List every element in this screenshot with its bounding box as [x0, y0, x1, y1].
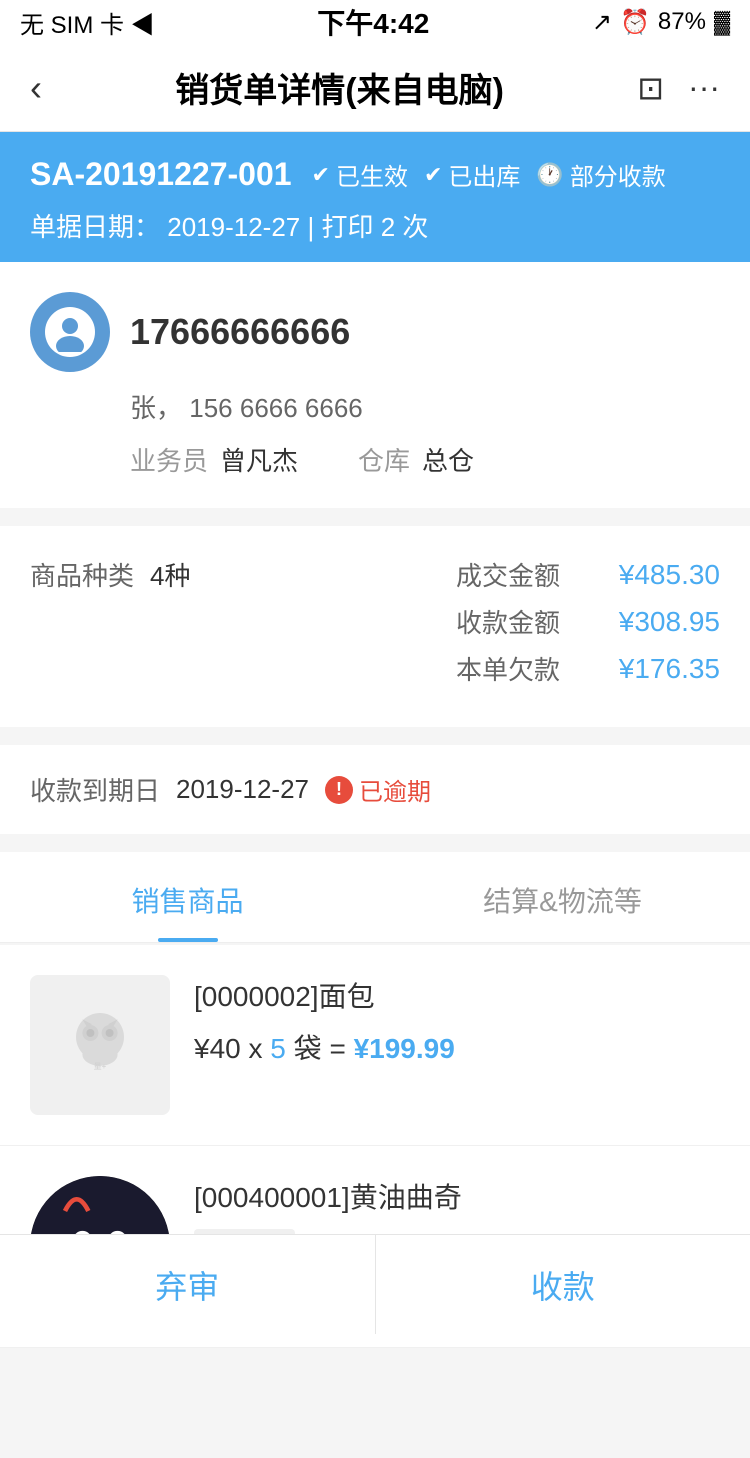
more-icon[interactable]: ··· — [688, 69, 720, 106]
header-banner: SA-20191227-001 ✔ 已生效 ✔ 已出库 🕐 部分收款 单据日期：… — [0, 132, 750, 262]
salesperson-item: 业务员 曾凡杰 — [130, 441, 298, 478]
product-image-1: 量+ — [30, 975, 170, 1115]
tag-partial-label: 部分收款 — [570, 157, 666, 192]
price-base-1: ¥40 — [194, 1033, 241, 1064]
summary-right: 成交金额 ¥485.30 收款金额 ¥308.95 本单欠款 ¥176.35 — [456, 556, 720, 697]
debt-value: ¥176.35 — [600, 653, 720, 685]
price-x-1: x — [249, 1033, 271, 1064]
product-name-1: [0000002]面包 — [194, 975, 720, 1015]
divider-1 — [0, 510, 750, 526]
customer-section: 17666666666 张， 156 6666 6666 业务员 曾凡杰 仓库 … — [0, 262, 750, 508]
banner-top: SA-20191227-001 ✔ 已生效 ✔ 已出库 🕐 部分收款 — [30, 156, 720, 193]
salesperson-value: 曾凡杰 — [220, 441, 298, 478]
tab-section: 销售商品 结算&物流等 — [0, 852, 750, 943]
confirm-button[interactable]: 收款 — [376, 1235, 750, 1334]
cancel-label: 弃审 — [155, 1262, 219, 1308]
warehouse-item: 仓库 总仓 — [358, 441, 474, 478]
amount-row: 成交金额 ¥485.30 — [456, 556, 720, 593]
price-qty-1: 5 — [270, 1033, 286, 1064]
customer-phone: 17666666666 — [130, 311, 350, 353]
clock-icon: 🕐 — [536, 162, 563, 188]
status-left: 无 SIM 卡 ◀ — [20, 5, 155, 40]
customer-meta: 业务员 曾凡杰 仓库 总仓 — [30, 441, 720, 478]
warehouse-label: 仓库 — [358, 441, 410, 478]
svg-text:量+: 量+ — [94, 1062, 107, 1071]
banner-tags: ✔ 已生效 ✔ 已出库 🕐 部分收款 — [312, 157, 666, 192]
tag-shipped: ✔ 已出库 — [424, 157, 520, 192]
amount-value: ¥485.30 — [600, 559, 720, 591]
page-title: 销货单详情(来自电脑) — [42, 63, 637, 112]
date-value: 2019-12-27 — [167, 212, 300, 242]
warehouse-value: 总仓 — [422, 441, 474, 478]
carrier-text: 无 SIM 卡 ◀ — [20, 5, 155, 40]
debt-row: 本单欠款 ¥176.35 — [456, 650, 720, 687]
date-label: 单据日期： — [30, 212, 160, 242]
check-icon-2: ✔ — [424, 162, 442, 188]
order-id: SA-20191227-001 — [30, 156, 292, 193]
bottom-action-bar: 弃审 收款 — [0, 1234, 750, 1334]
tab-settlement-label: 结算&物流等 — [483, 886, 642, 917]
type-item: 商品种类 4种 — [30, 556, 190, 593]
nav-actions: ⊡ ··· — [637, 69, 720, 107]
tab-products[interactable]: 销售商品 — [0, 852, 375, 942]
due-label: 收款到期日 — [30, 771, 160, 808]
back-button[interactable]: ‹ — [30, 67, 42, 109]
customer-top: 17666666666 — [30, 292, 720, 372]
due-date-value: 2019-12-27 — [176, 774, 309, 805]
battery-text: 87% — [658, 8, 706, 36]
status-right: ↗ ⏰ 87% ▓ — [592, 8, 730, 37]
tab-bar: 销售商品 结算&物流等 — [0, 852, 750, 943]
divider-3 — [0, 836, 750, 852]
cancel-button[interactable]: 弃审 — [0, 1235, 376, 1334]
summary-row: 商品种类 4种 成交金额 ¥485.30 收款金额 ¥308.95 本单欠款 ¥… — [30, 556, 720, 697]
tag-partial: 🕐 部分收款 — [536, 157, 665, 192]
product-name-2: [000400001]黄油曲奇 — [194, 1176, 720, 1216]
received-label: 收款金额 — [456, 603, 560, 640]
tab-products-label: 销售商品 — [131, 886, 243, 917]
list-item: 量+ [0000002]面包 ¥40 x 5 袋 = ¥199.99 — [0, 945, 750, 1146]
status-time: 下午4:42 — [317, 2, 429, 42]
product-info-1: [0000002]面包 ¥40 x 5 袋 = ¥199.99 — [194, 975, 720, 1067]
avatar — [30, 292, 110, 372]
status-bar: 无 SIM 卡 ◀ 下午4:42 ↗ ⏰ 87% ▓ — [0, 0, 750, 44]
tab-settlement[interactable]: 结算&物流等 — [375, 852, 750, 942]
avatar-icon — [45, 307, 95, 357]
price-eq-1: = — [329, 1033, 353, 1064]
banner-date: 单据日期： 2019-12-27 | 打印 2 次 — [30, 207, 720, 244]
print-separator: | — [307, 212, 321, 242]
bottom-padding — [0, 1348, 750, 1458]
share-icon[interactable]: ⊡ — [637, 69, 664, 107]
customer-sub: 张， 156 6666 6666 — [30, 388, 720, 425]
battery-icon: ▓ — [714, 9, 730, 35]
confirm-label: 收款 — [531, 1262, 595, 1308]
price-total-1: ¥199.99 — [354, 1033, 455, 1064]
overdue-badge: ! 已逾期 — [325, 772, 431, 807]
type-label: 商品种类 — [30, 556, 134, 593]
tag-active-label: 已生效 — [336, 157, 408, 192]
customer-phone-alt: 156 6666 6666 — [189, 393, 363, 423]
owl-placeholder-icon: 量+ — [60, 1005, 140, 1085]
due-section: 收款到期日 2019-12-27 ! 已逾期 — [0, 745, 750, 834]
divider-2 — [0, 729, 750, 745]
alarm-icon: ⏰ — [620, 8, 650, 37]
summary-section: 商品种类 4种 成交金额 ¥485.30 收款金额 ¥308.95 本单欠款 ¥… — [0, 526, 750, 727]
product-price-1: ¥40 x 5 袋 = ¥199.99 — [194, 1027, 720, 1067]
customer-name-label: 张 — [130, 393, 156, 423]
check-icon: ✔ — [312, 162, 330, 188]
received-row: 收款金额 ¥308.95 — [456, 603, 720, 640]
amount-label: 成交金额 — [456, 556, 560, 593]
summary-left: 商品种类 4种 — [30, 556, 190, 601]
location-icon: ↗ — [592, 8, 612, 37]
price-unit-1: 袋 — [294, 1033, 322, 1064]
type-count: 4种 — [150, 556, 190, 593]
print-info: 打印 2 次 — [321, 212, 428, 242]
overdue-icon: ! — [325, 776, 353, 804]
salesperson-label: 业务员 — [130, 441, 208, 478]
tag-shipped-label: 已出库 — [448, 157, 520, 192]
tag-active: ✔ 已生效 — [312, 157, 408, 192]
nav-bar: ‹ 销货单详情(来自电脑) ⊡ ··· — [0, 44, 750, 132]
debt-label: 本单欠款 — [456, 650, 560, 687]
overdue-text: 已逾期 — [359, 772, 431, 807]
received-value: ¥308.95 — [600, 606, 720, 638]
